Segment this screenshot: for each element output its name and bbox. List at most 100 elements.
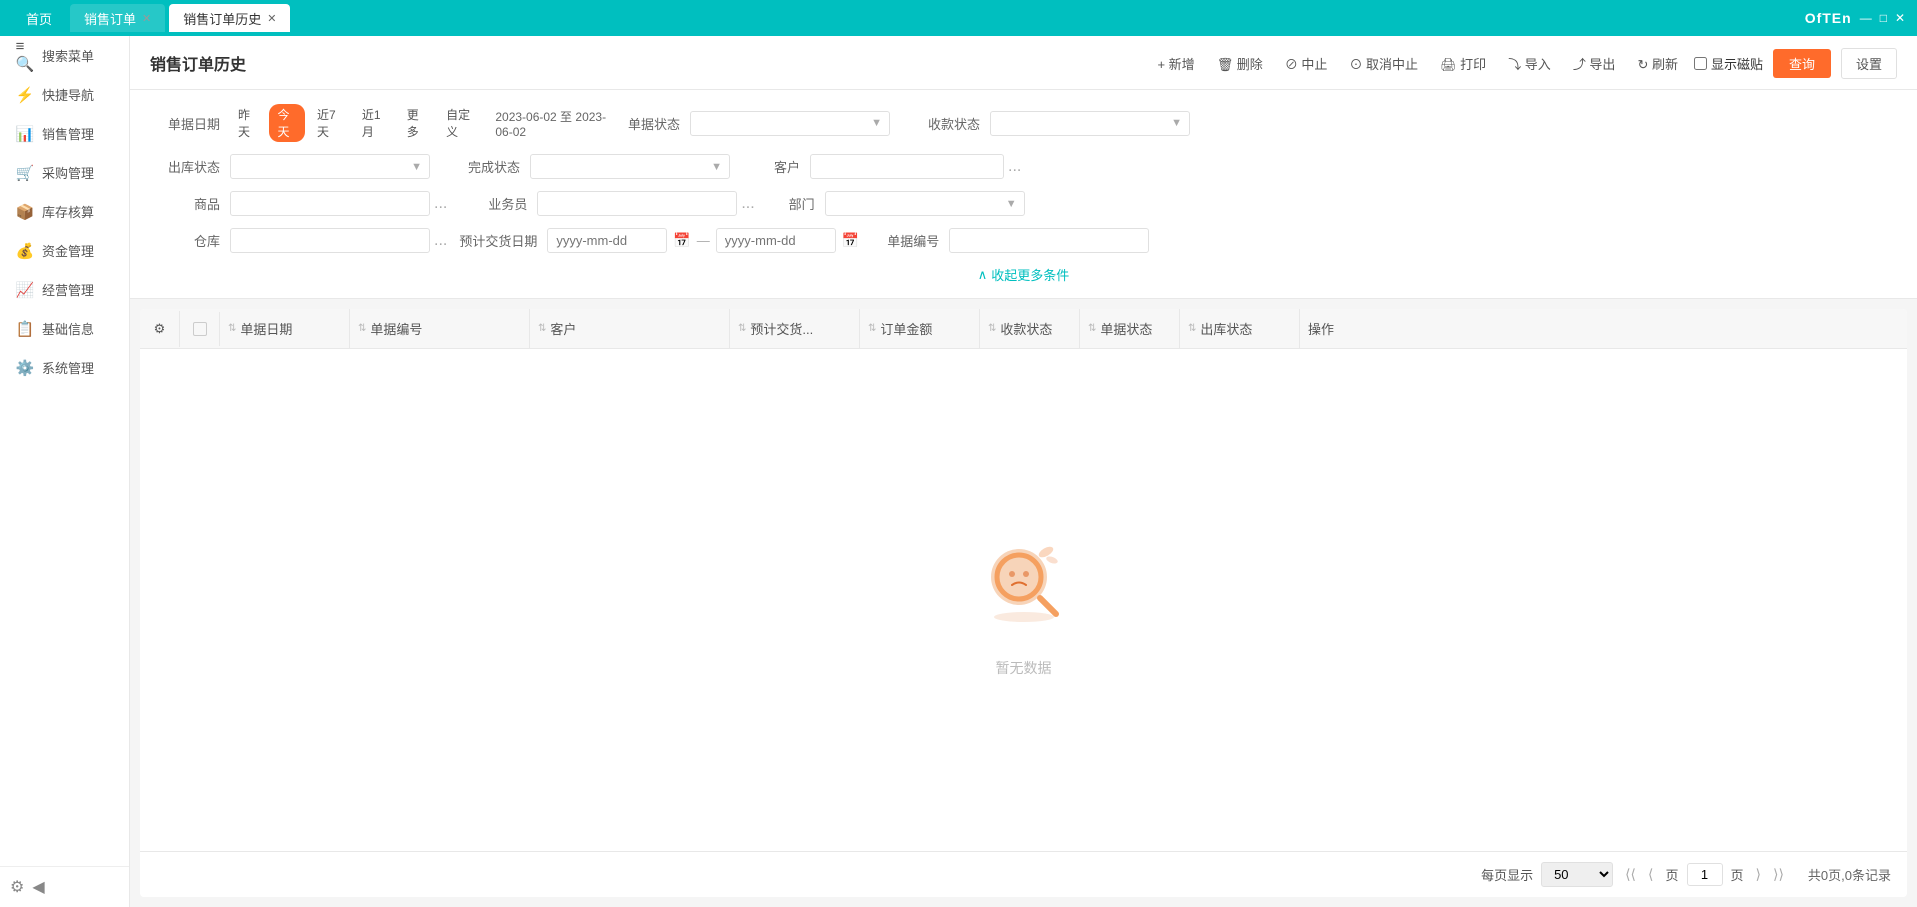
- sidebar-item-base-info[interactable]: 📋 基础信息: [0, 309, 129, 348]
- sidebar-item-sales-mgmt-label: 销售管理: [42, 124, 94, 143]
- settings-button[interactable]: 设置: [1841, 48, 1897, 79]
- per-page-label: 每页显示: [1481, 865, 1533, 884]
- show-columns-checkbox[interactable]: [1694, 57, 1707, 70]
- date-btn-today[interactable]: 昨天: [230, 104, 265, 142]
- export-button[interactable]: ⤴ 导出: [1567, 50, 1622, 77]
- sidebar-item-sales-mgmt[interactable]: 📊 销售管理: [0, 114, 129, 153]
- delivery-date-from[interactable]: [547, 228, 667, 253]
- date-quick-btns: 昨天 今天 近7天 近1月 更多 自定义 2023-06-02 至 2023-0…: [230, 104, 610, 142]
- tab-home[interactable]: 首页: [12, 4, 66, 32]
- sidebar-item-sys-mgmt[interactable]: ⚙️ 系统管理: [0, 348, 129, 387]
- doc-no-input[interactable]: [949, 228, 1149, 253]
- stop-button[interactable]: ⊘ 中止: [1279, 50, 1334, 77]
- sort-outbound-icon[interactable]: ⇅: [1188, 323, 1196, 334]
- sidebar-item-sys-mgmt-label: 系统管理: [42, 358, 94, 377]
- doc-status-wrapper: ▼: [690, 111, 890, 136]
- calendar-from-icon[interactable]: 📅: [673, 232, 690, 249]
- sort-customer-icon[interactable]: ⇅: [538, 323, 546, 334]
- doc-status-select[interactable]: [690, 111, 890, 136]
- th-settings[interactable]: ⚙: [140, 311, 180, 347]
- collapse-label: 收起更多条件: [991, 265, 1069, 284]
- th-checkbox: [180, 312, 220, 346]
- sidebar-settings-btn[interactable]: ⚙: [10, 877, 24, 897]
- refresh-button[interactable]: ↻ 刷新: [1631, 50, 1684, 77]
- first-page-button[interactable]: ⟨⟨: [1621, 864, 1640, 885]
- prev-page-button[interactable]: ⟨: [1644, 864, 1657, 885]
- calendar-to-icon[interactable]: 📅: [842, 232, 859, 249]
- warehouse-dots[interactable]: ...: [434, 232, 447, 250]
- salesperson-label: 业务员: [457, 194, 537, 213]
- customer-input[interactable]: [810, 154, 1004, 179]
- date-btn-custom[interactable]: 自定义: [438, 104, 483, 142]
- filter-row-3: 商品 ... 业务员 ... 部门 ▼: [150, 191, 1897, 216]
- date-btn-7days[interactable]: 近7天: [309, 104, 350, 142]
- sort-delivery-icon[interactable]: ⇅: [738, 323, 746, 334]
- doc-no-label: 单据编号: [869, 231, 949, 250]
- outbound-status-select[interactable]: [230, 154, 430, 179]
- collapse-icon: ∧: [978, 267, 988, 283]
- sort-receipt-icon[interactable]: ⇅: [988, 323, 996, 334]
- window-minimize[interactable]: —: [1860, 11, 1872, 25]
- dept-select[interactable]: [825, 191, 1025, 216]
- print-button[interactable]: 🖨 打印: [1434, 50, 1492, 77]
- sidebar-collapse-btn[interactable]: ◀: [32, 877, 44, 897]
- new-button[interactable]: + 新增: [1151, 50, 1200, 77]
- th-receipt-status: ⇅ 收款状态: [980, 309, 1080, 348]
- total-records-info: 共0页,0条记录: [1808, 865, 1891, 884]
- dept-label: 部门: [765, 194, 825, 213]
- receipt-status-select[interactable]: [990, 111, 1190, 136]
- sort-doc-icon[interactable]: ⇅: [358, 323, 366, 334]
- collapse-button[interactable]: ∧ 收起更多条件: [150, 265, 1897, 284]
- per-page-select[interactable]: 10 20 50 100: [1541, 862, 1613, 887]
- sidebar-item-ops-mgmt[interactable]: 📈 经营管理: [0, 270, 129, 309]
- goods-input[interactable]: [230, 191, 430, 216]
- sidebar-item-ops-mgmt-label: 经营管理: [42, 280, 94, 299]
- window-maximize[interactable]: □: [1880, 11, 1887, 25]
- tab-sales-order[interactable]: 销售订单 ✕: [70, 4, 165, 32]
- content-area: 销售订单历史 + 新增 🗑 删除 ⊘ 中止 ⊙ 取消中止 🖨 打印 ⤵ 导入 ⤴…: [130, 36, 1917, 907]
- delete-button[interactable]: 🗑 删除: [1211, 50, 1269, 77]
- toolbar: + 新增 🗑 删除 ⊘ 中止 ⊙ 取消中止 🖨 打印 ⤵ 导入 ⤴ 导出 ↻ 刷…: [1151, 48, 1897, 89]
- page-label-suffix: 页: [1731, 865, 1744, 884]
- page-number-input[interactable]: [1687, 863, 1723, 886]
- filter-row-1: 单据日期 昨天 今天 近7天 近1月 更多 自定义 2023-06-02 至 2…: [150, 104, 1897, 142]
- salesperson-dots[interactable]: ...: [741, 195, 754, 213]
- query-button[interactable]: 查询: [1773, 49, 1831, 78]
- show-columns-checkbox-wrapper[interactable]: 显示磁贴: [1694, 54, 1763, 73]
- sort-status-icon[interactable]: ⇅: [1088, 323, 1096, 334]
- sales-mgmt-icon: 📊: [16, 125, 34, 143]
- salesperson-input[interactable]: [537, 191, 737, 216]
- warehouse-input[interactable]: [230, 228, 430, 253]
- tab-sales-order-history-close[interactable]: ✕: [267, 12, 276, 25]
- tab-sales-order-history[interactable]: 销售订单历史 ✕: [169, 4, 290, 32]
- top-right-area: OfTEn — □ ✕: [1805, 10, 1905, 26]
- sidebar-item-inventory-calc[interactable]: 📦 库存核算: [0, 192, 129, 231]
- sidebar-item-purchase-mgmt[interactable]: 🛒 采购管理: [0, 153, 129, 192]
- cancel-stop-button[interactable]: ⊙ 取消中止: [1343, 50, 1424, 77]
- customer-dots[interactable]: ...: [1008, 158, 1021, 176]
- sidebar-item-search-menu[interactable]: ≡🔍 搜索菜单: [0, 36, 129, 75]
- sidebar-item-search-menu-label: 搜索菜单: [42, 46, 94, 65]
- sort-date-icon[interactable]: ⇅: [228, 323, 236, 334]
- table-area: ⚙ ⇅ 单据日期 ⇅ 单据编号 ⇅ 客户 ⇅: [140, 309, 1907, 897]
- th-action: 操作: [1300, 309, 1907, 348]
- goods-dots[interactable]: ...: [434, 195, 447, 213]
- sort-amount-icon[interactable]: ⇅: [868, 323, 876, 334]
- settings-gear-icon[interactable]: ⚙: [154, 321, 166, 337]
- sidebar-item-quick-nav[interactable]: ⚡ 快捷导航: [0, 75, 129, 114]
- receipt-status-label: 收款状态: [910, 114, 990, 133]
- sidebar-item-fund-mgmt[interactable]: 💰 资金管理: [0, 231, 129, 270]
- date-btn-1month[interactable]: 近1月: [354, 104, 395, 142]
- tab-sales-order-close[interactable]: ✕: [142, 12, 151, 25]
- purchase-mgmt-icon: 🛒: [16, 164, 34, 182]
- delivery-date-to[interactable]: [716, 228, 836, 253]
- import-button[interactable]: ⤵ 导入: [1502, 50, 1557, 77]
- next-page-button[interactable]: ⟩: [1752, 864, 1765, 885]
- last-page-button[interactable]: ⟩⟩: [1769, 864, 1788, 885]
- date-label: 单据日期: [150, 114, 230, 133]
- date-btn-more[interactable]: 更多: [399, 104, 434, 142]
- completion-status-select[interactable]: [530, 154, 730, 179]
- select-all-checkbox[interactable]: [193, 322, 207, 336]
- date-btn-3days[interactable]: 今天: [269, 104, 304, 142]
- window-close[interactable]: ✕: [1895, 11, 1905, 25]
